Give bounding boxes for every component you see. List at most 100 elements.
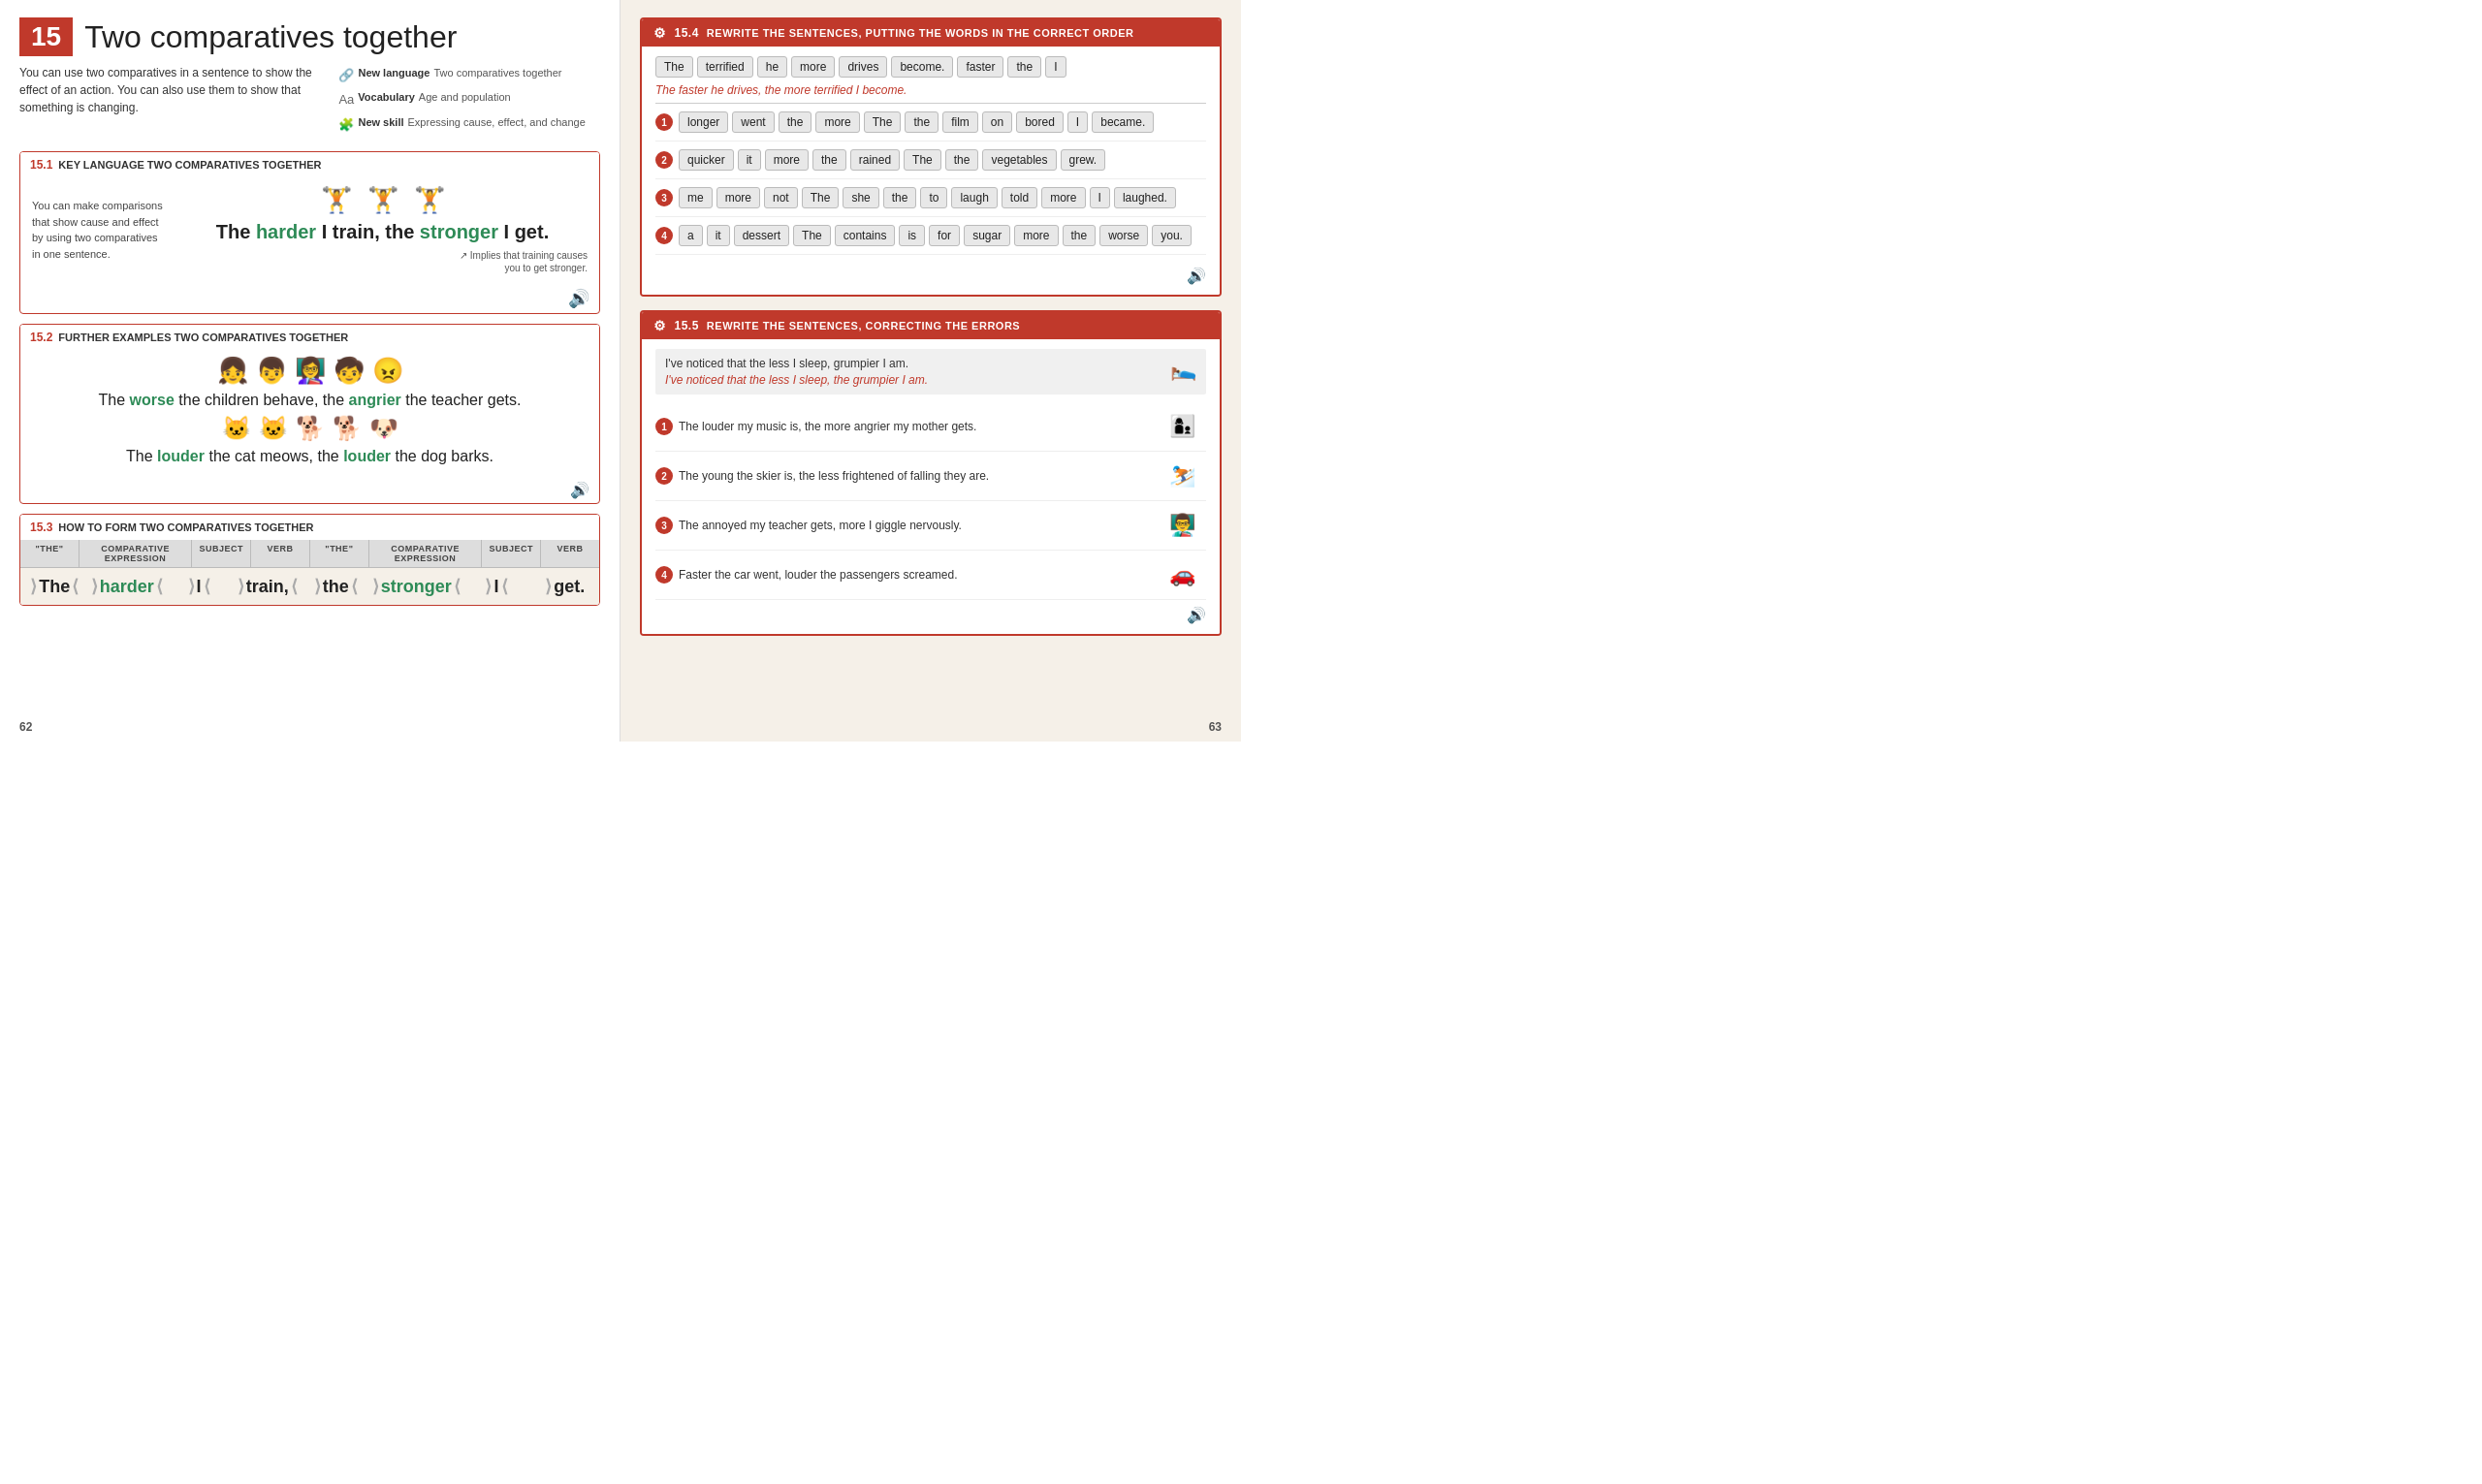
form-col-the-2: "THE"	[310, 540, 369, 567]
comp-angrier: angrier	[349, 392, 401, 408]
exercise-15-4-body: The terrified he more drives become. fas…	[642, 47, 1220, 295]
form-col-verb-1: VERB	[251, 540, 310, 567]
puzzle-right-2: ⟩	[91, 576, 98, 597]
puzzle-right-8: ⟩	[545, 576, 552, 597]
comp-word-stronger: stronger	[420, 221, 498, 242]
section-15-4: ⚙ 15.4 REWRITE THE SENTENCES, PUTTING TH…	[640, 17, 1222, 297]
error-item-3-left: 3 The annoyed my teacher gets, more I gi…	[655, 517, 1158, 534]
section-15-3-header: 15.3 HOW TO FORM TWO COMPARATIVES TOGETH…	[20, 515, 599, 540]
right-page: ⚙ 15.4 REWRITE THE SENTENCES, PUTTING TH…	[620, 0, 1241, 742]
tile-The-4: The	[793, 225, 831, 246]
form-col-comp-1: COMPARATIVEEXPRESSION	[80, 540, 193, 567]
further-figures-2: 🐱 🐱 🐕 🐕 🐶	[20, 415, 599, 442]
left-page: 15 Two comparatives together You can use…	[0, 0, 620, 742]
puzzle-icon: 🧩	[338, 113, 354, 136]
tile-to: to	[920, 187, 947, 208]
puzzle-right-4: ⟩	[238, 576, 244, 597]
form-comp-stronger: stronger	[381, 577, 452, 597]
error-img-3: 👨‍🏫	[1158, 507, 1206, 544]
form-word-harder: ⟩ harder ⟨	[89, 572, 165, 601]
children-figure-3: 🧒	[334, 356, 365, 386]
form-col-comp-2: COMPARATIVEEXPRESSION	[369, 540, 483, 567]
tile-is: is	[899, 225, 925, 246]
example-img: 🛌	[1170, 357, 1196, 382]
figure-row-1: 🏋️ 🏋️ 🏋️	[177, 185, 588, 215]
item-2-tiles: quicker it more the rained The the veget…	[679, 149, 1206, 171]
section-15-2: 15.2 FURTHER EXAMPLES TWO COMPARATIVES T…	[19, 324, 600, 504]
error-img-1: 👩‍👦	[1158, 408, 1206, 445]
item-number-4: 4	[655, 227, 673, 244]
tile-laugh: laugh	[951, 187, 997, 208]
page-number-right: 63	[1209, 720, 1222, 734]
gear-icon-1: ⚙	[653, 25, 667, 41]
form-col-the-1: "THE"	[20, 540, 80, 567]
figure-medium: 🏋️	[367, 185, 398, 215]
comp-louder-2: louder	[343, 448, 391, 464]
meta-label-skill: New skill	[358, 113, 403, 133]
puzzle-right-5: ⟩	[314, 576, 321, 597]
speaker-icon-2[interactable]: 🔊	[570, 481, 589, 499]
further-sentence-1: The worse the children behave, the angri…	[20, 392, 599, 409]
tile-not: not	[764, 187, 798, 208]
figure-heavy: 🏋️	[414, 185, 445, 215]
tile-The-3: The	[802, 187, 840, 208]
meta-label-lang: New language	[358, 64, 430, 83]
form-word-train: ⟩ train, ⟨	[233, 572, 302, 601]
tile-the-2b: the	[945, 149, 979, 171]
section-15-2-header: 15.2 FURTHER EXAMPLES TWO COMPARATIVES T…	[20, 325, 599, 350]
tile-become: become.	[891, 56, 953, 78]
example-wrong-text: I've noticed that the less I sleep, grum…	[665, 357, 1196, 370]
item-4-tiles: a it dessert The contains is for sugar m…	[679, 225, 1206, 246]
form-word-the-1: ⟩ The ⟨	[20, 572, 89, 601]
further-sentence-2: The louder the cat meows, the louder the…	[20, 448, 599, 465]
tile-more-4: more	[1014, 225, 1058, 246]
tile-longer: longer	[679, 111, 728, 133]
meta-label-vocab: Vocabulary	[358, 88, 415, 108]
tile-told: told	[1002, 187, 1037, 208]
error-text-2: The young the skier is, the less frighte…	[679, 469, 989, 483]
speaker-icon-1[interactable]: 🔊	[568, 288, 589, 309]
aa-icon: Aa	[338, 88, 354, 111]
item-number-1: 1	[655, 113, 673, 131]
error-text-3: The annoyed my teacher gets, more I gigg…	[679, 519, 962, 532]
tile-he: he	[757, 56, 787, 78]
meta-new-language: 🔗 New language Two comparatives together	[338, 64, 600, 86]
form-body: "THE" COMPARATIVEEXPRESSION SUBJECT VERB…	[20, 540, 599, 605]
tile-it: it	[738, 149, 761, 171]
section-number-15-3: 15.3	[30, 521, 52, 534]
tile-vegetables: vegetables	[982, 149, 1056, 171]
item-number-2: 2	[655, 151, 673, 169]
example-correct-text: I've noticed that the less I sleep, the …	[665, 373, 1196, 387]
tile-the-1: the	[779, 111, 812, 133]
speaker-icon-4[interactable]: 🔊	[1187, 267, 1206, 285]
form-col-subj-1: SUBJECT	[192, 540, 251, 567]
exercise-heading-15-4: REWRITE THE SENTENCES, PUTTING THE WORDS…	[707, 27, 1134, 39]
tile-more-3b: more	[1041, 187, 1085, 208]
teacher-figure: 👩‍🏫	[295, 356, 326, 386]
intro-row: You can use two comparatives in a senten…	[19, 64, 600, 138]
exercise-item-4: 4 a it dessert The contains is for sugar…	[655, 225, 1206, 255]
teacher-figure-2: 😠	[372, 356, 403, 386]
puzzle-left-2: ⟨	[156, 576, 163, 597]
page-number-left: 62	[19, 720, 32, 734]
form-word-i-1: ⟩ I ⟨	[165, 572, 234, 601]
error-number-4: 4	[655, 566, 673, 584]
puzzle-left-5: ⟨	[351, 576, 358, 597]
intro-meta: 🔗 New language Two comparatives together…	[338, 64, 600, 138]
tile-i-3: I	[1090, 187, 1110, 208]
meta-vocabulary: Aa Vocabulary Age and population	[338, 88, 600, 111]
gear-icon-2: ⚙	[653, 318, 667, 333]
tile-more: more	[791, 56, 835, 78]
tile-the-4: the	[1063, 225, 1097, 246]
meta-skill: 🧩 New skill Expressing cause, effect, an…	[338, 113, 600, 136]
item-1-tiles: longer went the more The the film on bor…	[679, 111, 1206, 133]
section-15-5: ⚙ 15.5 REWRITE THE SENTENCES, CORRECTING…	[640, 310, 1222, 636]
section-15-1-body: You can make comparisons that show cause…	[20, 177, 599, 284]
tile-The-1: The	[864, 111, 902, 133]
annotation-text: ↗ Implies that training causesyou to get…	[460, 249, 588, 274]
tile-sugar: sugar	[964, 225, 1010, 246]
tile-the: The	[655, 56, 693, 78]
children-figure-1: 👧	[217, 356, 248, 386]
speaker-icon-5[interactable]: 🔊	[1187, 606, 1206, 624]
error-item-4: 4 Faster the car went, louder the passen…	[655, 551, 1206, 600]
